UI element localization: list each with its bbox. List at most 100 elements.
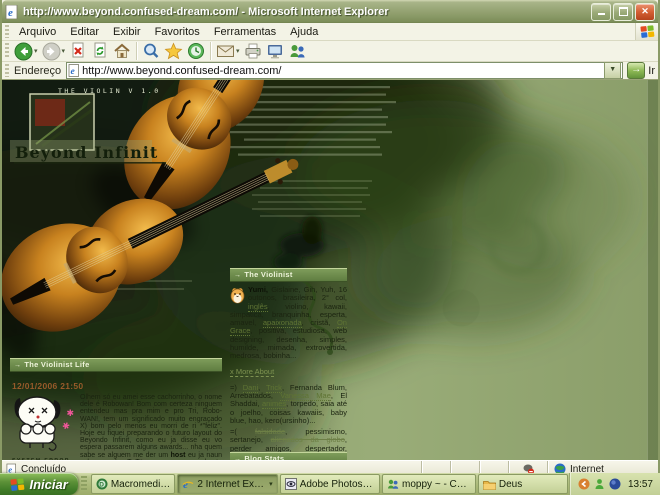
menu-ferramentas[interactable]: Ferramentas: [207, 25, 283, 39]
tray-messenger-icon[interactable]: [594, 478, 605, 490]
task-group-dropdown-icon[interactable]: ▾: [269, 480, 273, 488]
address-dropdown-icon[interactable]: ▼: [604, 62, 622, 79]
system-tray: 13:57: [568, 473, 660, 495]
toolbar-separator: [136, 42, 138, 60]
history-button[interactable]: [185, 41, 207, 61]
task-label: moppy ~ - Conversa: [402, 478, 471, 490]
home-button[interactable]: [111, 41, 133, 61]
forward-dropdown-icon[interactable]: ▾: [62, 47, 66, 55]
toolbar: ▾ ▾ ▾: [2, 41, 658, 62]
messenger-button[interactable]: [286, 41, 309, 61]
refresh-icon: [94, 42, 106, 58]
menubar-grip[interactable]: [5, 24, 9, 39]
stop-button[interactable]: [67, 41, 89, 61]
home-icon: [114, 43, 130, 58]
windows-logo-icon: [639, 25, 654, 38]
address-field: e ▼: [66, 62, 624, 79]
refresh-button[interactable]: [89, 41, 111, 61]
favorites-button[interactable]: [162, 41, 185, 61]
task-button-photoshop[interactable]: Adobe Photoshop - ...: [279, 474, 381, 494]
star-icon: ✱: [66, 408, 74, 418]
close-button[interactable]: ✕: [635, 2, 655, 21]
menu-ajuda[interactable]: Ajuda: [283, 25, 325, 39]
folder-icon: [482, 480, 496, 490]
forward-icon: [42, 42, 61, 60]
page-right-border: [647, 80, 658, 460]
addressbar-grip[interactable]: [5, 63, 9, 78]
violinist-column: → The Violinist Yumi, Gislaine, Gih, Yuh,…: [230, 268, 347, 460]
start-button[interactable]: Iniciar: [0, 473, 79, 495]
stop-icon: [72, 42, 84, 58]
messenger-icon: [290, 45, 305, 58]
task-button-dreamweaver[interactable]: D Macromedia Dream...: [90, 474, 176, 494]
violinist-about-text: Yumi, Gislaine, Gih, Yuh, 16 outonos, br…: [230, 285, 347, 361]
task-button-conversa[interactable]: moppy ~ - Conversa: [382, 474, 476, 494]
back-icon: [14, 42, 33, 60]
page-viewport[interactable]: THE VIOLIN V 1.0 Beyond Infinit → The Vi…: [2, 80, 658, 460]
windows-logo-icon: [10, 477, 25, 491]
toolbar-separator: [210, 42, 212, 60]
post-text: Olhem só eu amei esse cachorrinho, o nom…: [72, 394, 222, 460]
life-header: → The Violinist Life: [10, 358, 222, 372]
taskbar-handle[interactable]: [81, 476, 87, 492]
violinist-likes-text: =) Dani, Trick, Fernanda Blum, Arrebatad…: [230, 382, 347, 425]
tray-sphere-icon[interactable]: [609, 478, 621, 490]
violinist-header-label: The Violinist: [244, 270, 293, 279]
address-favicon: e: [68, 64, 79, 77]
arrow-icon: →: [14, 362, 22, 369]
minimize-icon: [597, 12, 605, 15]
svg-text:D: D: [99, 482, 104, 489]
task-label: Deus: [498, 478, 523, 490]
restore-button[interactable]: [613, 2, 633, 21]
forward-button[interactable]: ▾: [40, 41, 68, 61]
dreamweaver-icon: D: [96, 478, 108, 490]
task-button-deus-folder[interactable]: Deus: [477, 474, 568, 494]
arrow-icon: →: [234, 456, 242, 460]
menubar: Arquivo Editar Exibir Favoritos Ferramen…: [2, 23, 658, 41]
task-label: Macromedia Dream...: [110, 478, 171, 490]
back-button[interactable]: ▾: [12, 41, 40, 61]
go-button[interactable]: → Ir: [627, 62, 655, 79]
desktop-screen: e http://www.beyond.confused-dream.com/ …: [0, 0, 660, 495]
task-button-internet-explorer[interactable]: e 2 Internet Explorer ▾: [177, 474, 278, 494]
start-label: Iniciar: [29, 476, 68, 492]
menu-arquivo[interactable]: Arquivo: [12, 25, 63, 39]
taskbar-clock[interactable]: 13:57: [628, 479, 653, 490]
more-about-link[interactable]: x More About: [230, 367, 275, 377]
back-dropdown-icon[interactable]: ▾: [34, 47, 38, 55]
inline-text: host: [170, 451, 186, 459]
messenger-icon: [388, 479, 399, 489]
task-label: 2 Internet Explorer: [197, 478, 266, 490]
restore-icon: [618, 6, 628, 16]
dog-mascot-icon: [14, 396, 61, 451]
life-header-label: The Violinist Life: [24, 360, 90, 369]
address-input[interactable]: [80, 64, 605, 77]
svg-text:e: e: [8, 7, 13, 19]
minimize-button[interactable]: [591, 2, 611, 21]
ie-page-icon: e: [5, 4, 18, 19]
mail-icon: [217, 45, 235, 57]
taskbar: Iniciar D Macromedia Dream... e 2 Intern…: [0, 473, 660, 495]
print-button[interactable]: [242, 41, 264, 61]
mail-button[interactable]: ▾: [214, 41, 242, 61]
mail-dropdown-icon[interactable]: ▾: [236, 47, 240, 55]
blogstats-header-label: Blog Stats: [244, 454, 285, 460]
window-title: http://www.beyond.confused-dream.com/ - …: [23, 5, 389, 18]
windows-brand-box: [635, 23, 658, 40]
titlebar[interactable]: e http://www.beyond.confused-dream.com/ …: [2, 0, 658, 23]
print-icon: [245, 43, 261, 59]
tray-collapse-icon[interactable]: [578, 478, 590, 490]
toolbar-grip[interactable]: [5, 43, 9, 59]
violinist-life-column: → The Violinist Life 12/01/2006 21:50 ✱ …: [10, 358, 222, 460]
menu-favoritos[interactable]: Favoritos: [148, 25, 207, 39]
menu-editar[interactable]: Editar: [63, 25, 106, 39]
blogstats-header: → Blog Stats: [230, 452, 347, 460]
hamster-icon: [230, 288, 245, 304]
banner-top-label: THE VIOLIN V 1.0: [58, 87, 161, 95]
search-button[interactable]: [140, 41, 162, 61]
violinist-header: → The Violinist: [230, 268, 347, 282]
photoshop-icon: [284, 478, 297, 490]
edit-button[interactable]: [264, 41, 286, 61]
browser-window: e http://www.beyond.confused-dream.com/ …: [0, 0, 660, 477]
menu-exibir[interactable]: Exibir: [106, 25, 148, 39]
